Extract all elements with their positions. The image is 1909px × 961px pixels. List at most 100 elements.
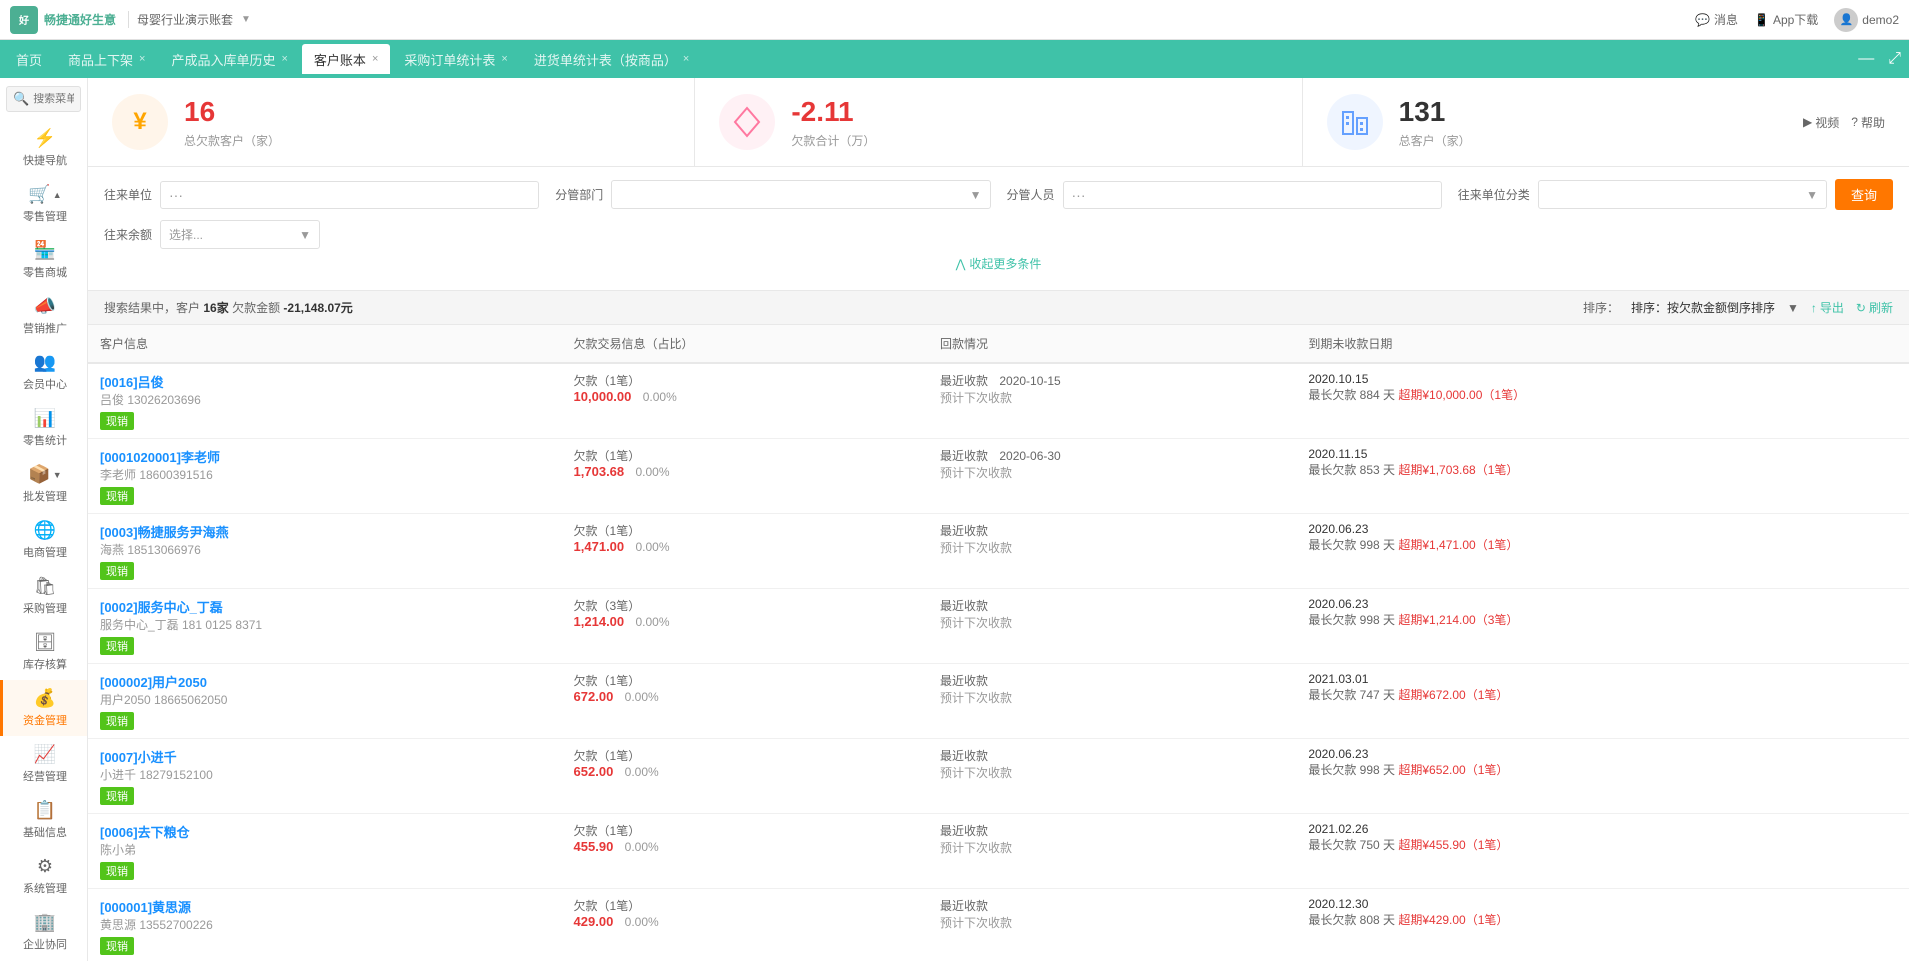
tab-purchase-stats[interactable]: 采购订单统计表 × bbox=[392, 44, 519, 74]
tab-inbound-stats-close[interactable]: × bbox=[683, 53, 689, 65]
tab-inbound-stats[interactable]: 进货单统计表（按商品） × bbox=[522, 44, 701, 74]
finance-icon: 💰 bbox=[34, 688, 56, 709]
customer-name-3[interactable]: [0002]服务中心_丁磊 bbox=[100, 597, 550, 616]
overdue-link-0[interactable]: 超期¥10,000.00（1笔） bbox=[1398, 388, 1525, 402]
search-input[interactable] bbox=[33, 93, 74, 105]
nav-minimize-icon[interactable]: — bbox=[1854, 50, 1878, 68]
export-btn[interactable]: ↑ 导出 bbox=[1811, 299, 1844, 316]
tab-purchase-stats-close[interactable]: × bbox=[501, 53, 507, 65]
debt-amount-2[interactable]: 1,471.00 bbox=[574, 539, 625, 554]
filter-group-unit-class: 往来单位分类 ▼ 查询 bbox=[1458, 179, 1893, 210]
sort-arrow-icon[interactable]: ▼ bbox=[1787, 301, 1799, 315]
member-icon: 👥 bbox=[34, 352, 56, 373]
cell-debt-info-5: 欠款（1笔） 652.00 0.00% bbox=[562, 739, 928, 814]
unit-class-select[interactable]: ▼ bbox=[1538, 180, 1827, 209]
customer-name-5[interactable]: [0007]小进千 bbox=[100, 747, 550, 766]
nav-tabs: 首页 商品上下架 × 产成品入库单历史 × 客户账本 × 采购订单统计表 × 进… bbox=[0, 40, 1909, 78]
sidebar-item-marketing[interactable]: 📣 营销推广 bbox=[0, 288, 87, 344]
nav-maximize-icon[interactable]: ⤢ bbox=[1884, 50, 1905, 68]
overdue-link-5[interactable]: 超期¥652.00（1笔） bbox=[1398, 763, 1508, 777]
ecommerce-icon: 🌐 bbox=[34, 520, 56, 541]
next-label-6: 预计下次收款 bbox=[940, 839, 1284, 856]
stat-card-debt-amount: -2.11 欠款合计（万） bbox=[695, 78, 1302, 166]
app-download-btn[interactable]: 📱 App下载 bbox=[1754, 11, 1818, 28]
debt-amount-7[interactable]: 429.00 bbox=[574, 914, 614, 929]
customer-phone-6: 陈小弟 bbox=[100, 841, 550, 858]
message-btn[interactable]: 💬 消息 bbox=[1695, 11, 1738, 28]
sidebar-item-purchase[interactable]: 🛍 采购管理 bbox=[0, 568, 87, 624]
sidebar-item-member[interactable]: 👥 会员中心 bbox=[0, 344, 87, 400]
cell-due-date-7: 2020.12.30 最长欠款 808 天 超期¥429.00（1笔） bbox=[1296, 889, 1909, 961]
recent-label-0: 最近收款 bbox=[940, 374, 988, 388]
customer-tag-1: 现销 bbox=[100, 487, 134, 505]
user-area[interactable]: 👤 demo2 bbox=[1834, 8, 1899, 32]
sidebar-item-operation[interactable]: 📈 经营管理 bbox=[0, 736, 87, 792]
debt-amount-1[interactable]: 1,703.68 bbox=[574, 464, 625, 479]
video-btn[interactable]: ▶ 视频 bbox=[1803, 114, 1839, 131]
source-unit-input[interactable]: ··· bbox=[160, 181, 539, 209]
overdue-days-7: 最长欠款 808 天 bbox=[1308, 913, 1398, 927]
debt-amount-0[interactable]: 10,000.00 bbox=[574, 389, 632, 404]
tab-home[interactable]: 首页 bbox=[4, 44, 54, 74]
tab-product-shelf-close[interactable]: × bbox=[139, 53, 145, 65]
sidebar-item-retail-store[interactable]: 🏪 零售商城 bbox=[0, 232, 87, 288]
collapse-filter-btn[interactable]: ⋀ 收起更多条件 bbox=[104, 249, 1893, 278]
tab-product-shelf-label: 商品上下架 bbox=[68, 50, 133, 69]
sidebar-item-inventory[interactable]: 🗄 库存核算 bbox=[0, 624, 87, 680]
tab-customer-account[interactable]: 客户账本 × bbox=[302, 44, 390, 74]
sidebar-item-retail-stats[interactable]: 📊 零售统计 bbox=[0, 400, 87, 456]
sidebar-item-ecommerce[interactable]: 🌐 电商管理 bbox=[0, 512, 87, 568]
sidebar-item-finance[interactable]: 💰 资金管理 bbox=[0, 680, 87, 736]
unit-class-label: 往来单位分类 bbox=[1458, 186, 1530, 203]
help-btn[interactable]: ? 帮助 bbox=[1851, 114, 1885, 131]
sidebar-item-label: 会员中心 bbox=[23, 376, 67, 392]
results-bar: 搜索结果中，客户 16家 欠款金额 -21,148.07元 排序： 排序：按欠款… bbox=[88, 291, 1909, 325]
stats-row: ¥ 16 总欠款客户（家） -2.11 欠款合计（万） bbox=[88, 78, 1909, 167]
person-input[interactable]: ··· bbox=[1063, 181, 1442, 209]
chevron-down-icon: ▼ bbox=[299, 228, 311, 242]
debt-amount-3[interactable]: 1,214.00 bbox=[574, 614, 625, 629]
overdue-link-4[interactable]: 超期¥672.00（1笔） bbox=[1398, 688, 1508, 702]
tab-product-history[interactable]: 产成品入库单历史 × bbox=[159, 44, 299, 74]
tab-product-history-close[interactable]: × bbox=[281, 53, 287, 65]
system-dropdown-icon[interactable]: ▼ bbox=[241, 14, 251, 25]
tab-customer-account-close[interactable]: × bbox=[372, 53, 378, 65]
sidebar-item-basic-info[interactable]: 📋 基础信息 bbox=[0, 792, 87, 848]
customer-name-0[interactable]: [0016]吕俊 bbox=[100, 372, 550, 391]
results-actions: 排序： 排序：按欠款金额倒序排序 ▼ ↑ 导出 ↻ 刷新 bbox=[1583, 299, 1893, 316]
table-row: [000001]黄思源 黄思源 13552700226 现销 欠款（1笔） 42… bbox=[88, 889, 1909, 961]
overdue-link-7[interactable]: 超期¥429.00（1笔） bbox=[1398, 913, 1508, 927]
debt-amount-5[interactable]: 652.00 bbox=[574, 764, 614, 779]
tab-product-shelf[interactable]: 商品上下架 × bbox=[56, 44, 157, 74]
filter-group-person: 分管人员 ··· bbox=[1007, 181, 1442, 209]
customer-name-6[interactable]: [0006]去下粮仓 bbox=[100, 822, 550, 841]
customer-name-1[interactable]: [0001020001]李老师 bbox=[100, 447, 550, 466]
sidebar-item-batch-management[interactable]: 📦 ▼ 批发管理 bbox=[0, 456, 87, 512]
debt-amount-4[interactable]: 672.00 bbox=[574, 689, 614, 704]
due-date-1: 2020.11.15 bbox=[1308, 447, 1897, 461]
dept-select[interactable]: ▼ bbox=[611, 180, 990, 209]
customer-name-4[interactable]: [000002]用户2050 bbox=[100, 672, 550, 691]
customer-name-7[interactable]: [000001]黄思源 bbox=[100, 897, 550, 916]
sidebar-search-box[interactable]: 🔍 bbox=[6, 86, 81, 112]
overdue-link-6[interactable]: 超期¥455.90（1笔） bbox=[1398, 838, 1508, 852]
purchase-icon: 🛍 bbox=[34, 576, 57, 597]
sidebar-item-system[interactable]: ⚙ 系统管理 bbox=[0, 848, 87, 904]
sort-select[interactable]: 排序：按欠款金额倒序排序 bbox=[1631, 299, 1775, 316]
overdue-link-2[interactable]: 超期¥1,471.00（1笔） bbox=[1398, 538, 1518, 552]
due-date-3: 2020.06.23 bbox=[1308, 597, 1897, 611]
sidebar-item-label: 零售管理 bbox=[23, 208, 67, 224]
customer-name-2[interactable]: [0003]畅捷服务尹海燕 bbox=[100, 522, 550, 541]
refresh-btn[interactable]: ↻ 刷新 bbox=[1856, 299, 1893, 316]
sidebar-item-enterprise[interactable]: 🏢 企业协同 bbox=[0, 904, 87, 960]
debt-amount-6[interactable]: 455.90 bbox=[574, 839, 614, 854]
sidebar-item-quick-nav[interactable]: ⚡ 快捷导航 bbox=[0, 120, 87, 176]
search-button[interactable]: 查询 bbox=[1835, 179, 1893, 210]
cell-recovery-7: 最近收款 预计下次收款 bbox=[928, 889, 1296, 961]
balance-select[interactable]: 选择... ▼ bbox=[160, 220, 320, 249]
sidebar-item-retail-management[interactable]: 🛒 ▲ 零售管理 bbox=[0, 176, 87, 232]
stat-card-total-customers: 131 总客户（家） ▶ 视频 ? 帮助 bbox=[1303, 78, 1909, 166]
overdue-link-3[interactable]: 超期¥1,214.00（3笔） bbox=[1398, 613, 1518, 627]
overdue-link-1[interactable]: 超期¥1,703.68（1笔） bbox=[1398, 463, 1518, 477]
source-unit-label: 往来单位 bbox=[104, 186, 152, 203]
